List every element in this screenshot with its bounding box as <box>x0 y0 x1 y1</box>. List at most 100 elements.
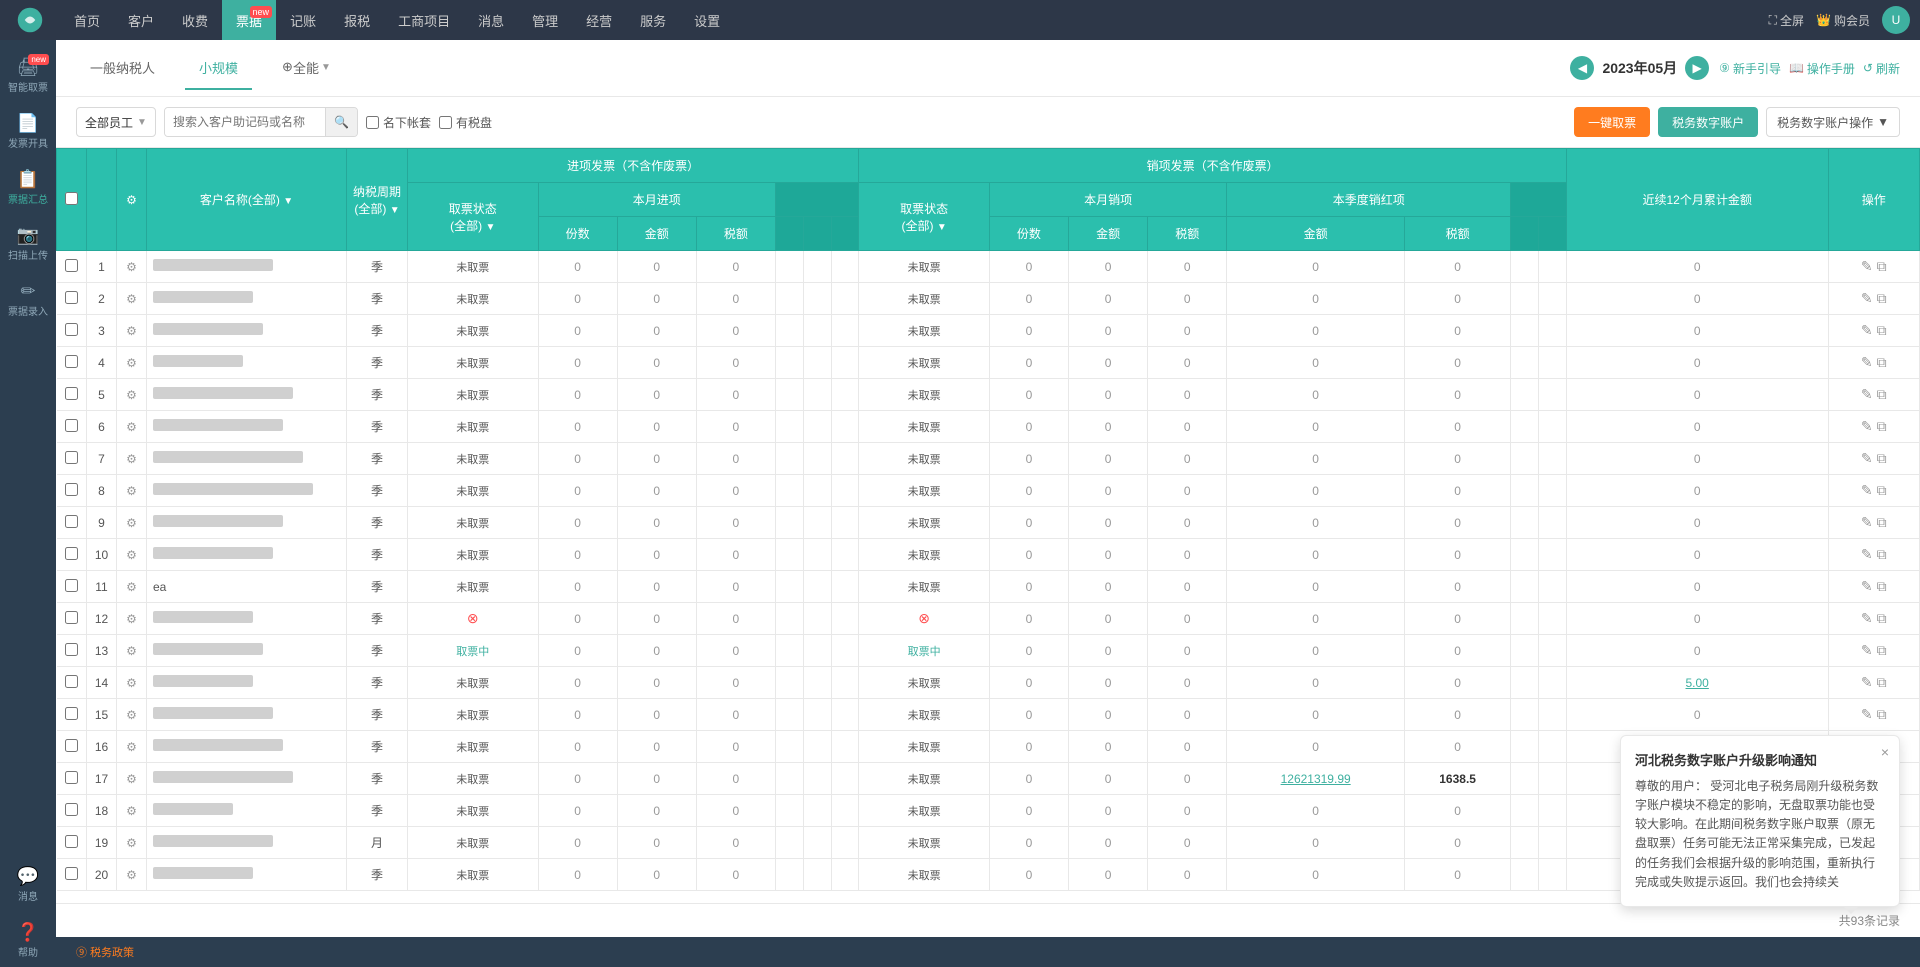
red-amt-val[interactable]: 12621319.99 <box>1281 772 1351 786</box>
taxdisk-checkbox-label[interactable]: 有税盘 <box>439 114 492 131</box>
copy-btn[interactable]: ⧉ <box>1877 258 1887 274</box>
copy-btn[interactable]: ⧉ <box>1877 642 1887 658</box>
row-checkbox[interactable] <box>65 419 78 432</box>
row-checkbox[interactable] <box>65 867 78 880</box>
sidebar-item-help[interactable]: ❓ 帮助 <box>3 915 53 967</box>
edit-btn[interactable]: ✎ <box>1861 386 1873 402</box>
row-checkbox[interactable] <box>65 707 78 720</box>
row-settings-icon[interactable]: ⚙ <box>126 804 137 818</box>
manual-btn[interactable]: 📖 操作手册 <box>1789 60 1855 77</box>
employee-select[interactable]: 全部员工 ▼ <box>76 107 156 137</box>
row-checkbox[interactable] <box>65 579 78 592</box>
row-settings-icon[interactable]: ⚙ <box>126 868 137 882</box>
nav-service[interactable]: 服务 <box>626 0 680 40</box>
copy-btn[interactable]: ⧉ <box>1877 322 1887 338</box>
tab-all[interactable]: ⊕ 全能 ▼ <box>268 46 345 90</box>
row-settings-icon[interactable]: ⚙ <box>126 356 137 370</box>
copy-btn[interactable]: ⧉ <box>1877 610 1887 626</box>
row-checkbox[interactable] <box>65 259 78 272</box>
edit-btn[interactable]: ✎ <box>1861 642 1873 658</box>
row-checkbox[interactable] <box>65 355 78 368</box>
row-checkbox[interactable] <box>65 387 78 400</box>
row-settings-icon[interactable]: ⚙ <box>126 772 137 786</box>
copy-btn[interactable]: ⧉ <box>1877 450 1887 466</box>
popup-close-btn[interactable]: × <box>1881 744 1889 760</box>
nav-operation[interactable]: 经营 <box>572 0 626 40</box>
edit-btn[interactable]: ✎ <box>1861 322 1873 338</box>
copy-btn[interactable]: ⧉ <box>1877 674 1887 690</box>
row-settings-icon[interactable]: ⚙ <box>126 644 137 658</box>
edit-btn[interactable]: ✎ <box>1861 354 1873 370</box>
edit-btn[interactable]: ✎ <box>1861 482 1873 498</box>
row-checkbox[interactable] <box>65 323 78 336</box>
new-guide-btn[interactable]: ⑨ 新手引导 <box>1719 60 1781 77</box>
nav-tax[interactable]: 报税 <box>330 0 384 40</box>
next-date-btn[interactable]: ▶ <box>1685 56 1709 80</box>
edit-btn[interactable]: ✎ <box>1861 514 1873 530</box>
sidebar-item-open-invoice[interactable]: 📄 发票开具 <box>3 106 53 158</box>
edit-btn[interactable]: ✎ <box>1861 706 1873 722</box>
search-button[interactable]: 🔍 <box>325 108 357 136</box>
sidebar-item-invoice-entry[interactable]: ✏ 票据录入 <box>3 274 53 326</box>
row-checkbox[interactable] <box>65 483 78 496</box>
row-checkbox[interactable] <box>65 675 78 688</box>
underaccount-checkbox-label[interactable]: 名下帐套 <box>366 114 431 131</box>
edit-btn[interactable]: ✎ <box>1861 450 1873 466</box>
row-settings-icon[interactable]: ⚙ <box>126 548 137 562</box>
row-settings-icon[interactable]: ⚙ <box>126 612 137 626</box>
nav-home[interactable]: 首页 <box>60 0 114 40</box>
edit-btn[interactable]: ✎ <box>1861 258 1873 274</box>
edit-btn[interactable]: ✎ <box>1861 546 1873 562</box>
row-settings-icon[interactable]: ⚙ <box>126 676 137 690</box>
member-btn[interactable]: 👑 购会员 <box>1816 12 1870 29</box>
edit-btn[interactable]: ✎ <box>1861 418 1873 434</box>
row-settings-icon[interactable]: ⚙ <box>126 292 137 306</box>
sidebar-item-message[interactable]: 💬 消息 <box>3 859 53 911</box>
copy-btn[interactable]: ⧉ <box>1877 354 1887 370</box>
underaccount-checkbox[interactable] <box>366 116 379 129</box>
row-checkbox[interactable] <box>65 515 78 528</box>
nav-manage[interactable]: 管理 <box>518 0 572 40</box>
copy-btn[interactable]: ⧉ <box>1877 418 1887 434</box>
row-checkbox[interactable] <box>65 739 78 752</box>
copy-btn[interactable]: ⧉ <box>1877 546 1887 562</box>
row-checkbox[interactable] <box>65 547 78 560</box>
row-checkbox[interactable] <box>65 835 78 848</box>
row-checkbox[interactable] <box>65 611 78 624</box>
copy-btn[interactable]: ⧉ <box>1877 290 1887 306</box>
tax-digital-account-btn[interactable]: 税务数字账户 <box>1658 107 1758 137</box>
fullscreen-btn[interactable]: ⛶ 全屏 <box>1769 12 1804 29</box>
row-settings-icon[interactable]: ⚙ <box>126 836 137 850</box>
copy-btn[interactable]: ⧉ <box>1877 482 1887 498</box>
select-all-checkbox[interactable] <box>65 192 78 205</box>
row-checkbox[interactable] <box>65 451 78 464</box>
taxdisk-checkbox[interactable] <box>439 116 452 129</box>
nav-settings[interactable]: 设置 <box>680 0 734 40</box>
user-avatar[interactable]: U <box>1882 6 1910 34</box>
row-checkbox[interactable] <box>65 291 78 304</box>
edit-btn[interactable]: ✎ <box>1861 290 1873 306</box>
last12-val[interactable]: 5.00 <box>1686 676 1709 690</box>
edit-btn[interactable]: ✎ <box>1861 674 1873 690</box>
row-settings-icon[interactable]: ⚙ <box>126 708 137 722</box>
nav-message[interactable]: 消息 <box>464 0 518 40</box>
row-settings-icon[interactable]: ⚙ <box>126 484 137 498</box>
row-settings-icon[interactable]: ⚙ <box>126 740 137 754</box>
sidebar-item-smart-invoice[interactable]: 🖨 智能取票 new <box>3 50 53 102</box>
copy-btn[interactable]: ⧉ <box>1877 578 1887 594</box>
tab-small-scale[interactable]: 小规模 <box>185 46 252 90</box>
nav-invoice[interactable]: 票据 new <box>222 0 276 40</box>
tab-general-taxpayer[interactable]: 一般纳税人 <box>76 46 169 90</box>
copy-btn[interactable]: ⧉ <box>1877 514 1887 530</box>
row-settings-icon[interactable]: ⚙ <box>126 260 137 274</box>
row-checkbox[interactable] <box>65 803 78 816</box>
tax-policy-link[interactable]: ⑨ 税务政策 <box>76 944 134 960</box>
row-checkbox[interactable] <box>65 643 78 656</box>
nav-business[interactable]: 工商项目 <box>384 0 464 40</box>
nav-bookkeeping[interactable]: 记账 <box>276 0 330 40</box>
row-settings-icon[interactable]: ⚙ <box>126 324 137 338</box>
nav-fee[interactable]: 收费 <box>168 0 222 40</box>
row-settings-icon[interactable]: ⚙ <box>126 580 137 594</box>
tax-digital-ops-btn[interactable]: 税务数字账户操作 ▼ <box>1766 107 1900 137</box>
nav-client[interactable]: 客户 <box>114 0 168 40</box>
